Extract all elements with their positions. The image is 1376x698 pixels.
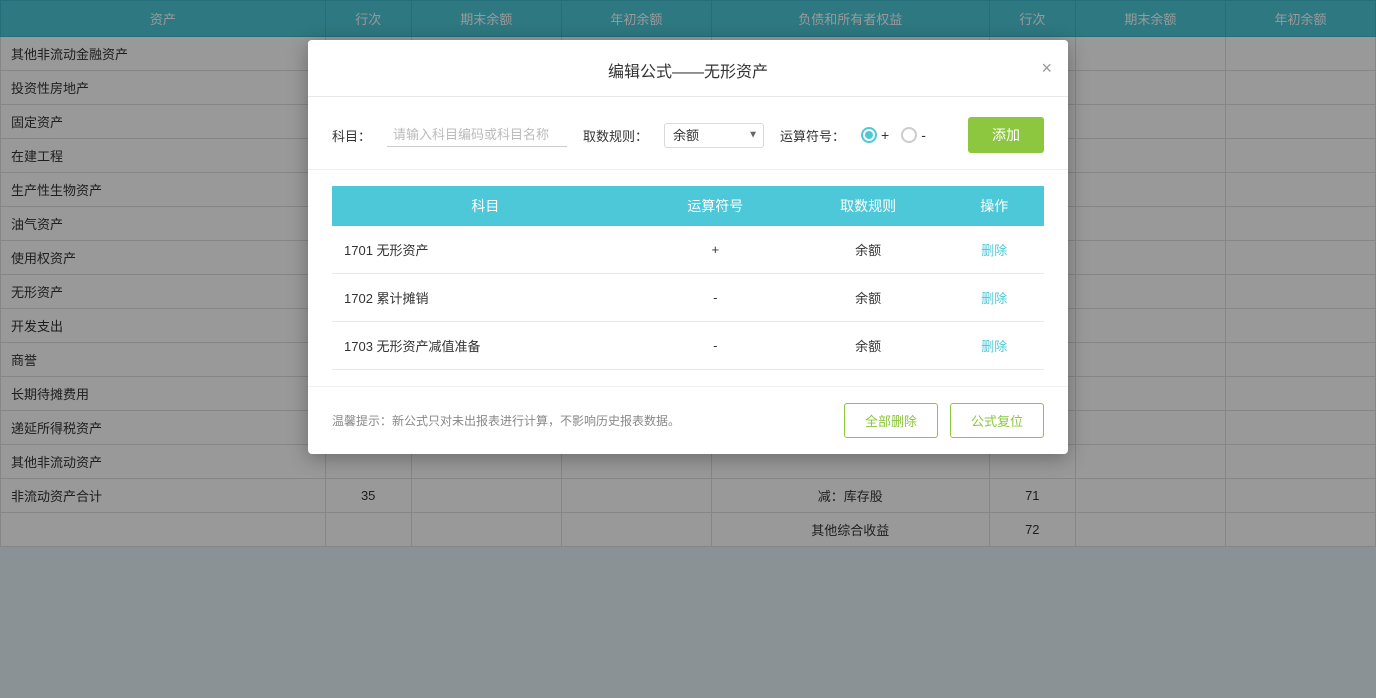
row1-subject: 1701 无形资产 [332, 226, 639, 274]
row2-subject: 1702 累计摊销 [332, 274, 639, 322]
modal-title: 编辑公式——无形资产 [608, 64, 768, 81]
row3-subject: 1703 无形资产减值准备 [332, 322, 639, 370]
row1-operator: + [639, 226, 792, 274]
th-rule: 取数规则 [792, 186, 945, 226]
row2-operator: - [639, 274, 792, 322]
th-subject: 科目 [332, 186, 639, 226]
row1-action[interactable]: 删除 [945, 226, 1044, 274]
th-operator: 运算符号 [639, 186, 792, 226]
operator-minus-label: - [921, 127, 926, 143]
table-row: 1703 无形资产减值准备 - 余额 删除 [332, 322, 1044, 370]
row3-rule: 余额 [792, 322, 945, 370]
modal-close-button[interactable]: × [1041, 59, 1052, 77]
rule-select[interactable]: 余额 借方发生额 贷方发生额 [664, 123, 764, 148]
operator-plus-label: + [881, 127, 889, 143]
th-action: 操作 [945, 186, 1044, 226]
modal-dialog: 编辑公式——无形资产 × 科目： 取数规则： 余额 借方发生额 贷方发生额 ▼ … [308, 40, 1068, 454]
row1-rule: 余额 [792, 226, 945, 274]
row3-action[interactable]: 删除 [945, 322, 1044, 370]
row2-rule: 余额 [792, 274, 945, 322]
radio-plus-indicator [861, 127, 877, 143]
row1-delete-link[interactable]: 删除 [981, 243, 1007, 258]
radio-minus-indicator [901, 127, 917, 143]
operator-radio-group: + - [861, 127, 926, 143]
formula-table-container: 科目 运算符号 取数规则 操作 1701 无形资产 + 余额 删除 1702 累… [308, 170, 1068, 386]
operator-plus-radio[interactable]: + [861, 127, 889, 143]
row2-action[interactable]: 删除 [945, 274, 1044, 322]
subject-input[interactable] [387, 123, 567, 147]
row2-delete-link[interactable]: 删除 [981, 291, 1007, 306]
rule-select-wrap: 余额 借方发生额 贷方发生额 ▼ [664, 123, 764, 148]
add-button[interactable]: 添加 [968, 117, 1044, 153]
rule-label: 取数规则： [583, 126, 648, 145]
row3-operator: - [639, 322, 792, 370]
table-row: 1701 无形资产 + 余额 删除 [332, 226, 1044, 274]
subject-label: 科目： [332, 126, 371, 145]
modal-footer: 温馨提示：新公式只对未出报表进行计算，不影响历史报表数据。 全部删除 公式复位 [308, 386, 1068, 454]
operator-minus-radio[interactable]: - [901, 127, 926, 143]
row3-delete-link[interactable]: 删除 [981, 339, 1007, 354]
table-header-row: 科目 运算符号 取数规则 操作 [332, 186, 1044, 226]
reset-button[interactable]: 公式复位 [950, 403, 1044, 438]
table-row: 1702 累计摊销 - 余额 删除 [332, 274, 1044, 322]
formula-table: 科目 运算符号 取数规则 操作 1701 无形资产 + 余额 删除 1702 累… [332, 186, 1044, 370]
modal-overlay: 编辑公式——无形资产 × 科目： 取数规则： 余额 借方发生额 贷方发生额 ▼ … [0, 0, 1376, 698]
form-row: 科目： 取数规则： 余额 借方发生额 贷方发生额 ▼ 运算符号： + [308, 97, 1068, 170]
delete-all-button[interactable]: 全部删除 [844, 403, 938, 438]
footer-buttons: 全部删除 公式复位 [844, 403, 1044, 438]
operator-label: 运算符号： [780, 126, 845, 145]
hint-text: 温馨提示：新公式只对未出报表进行计算，不影响历史报表数据。 [332, 412, 680, 429]
modal-header: 编辑公式——无形资产 × [308, 40, 1068, 97]
